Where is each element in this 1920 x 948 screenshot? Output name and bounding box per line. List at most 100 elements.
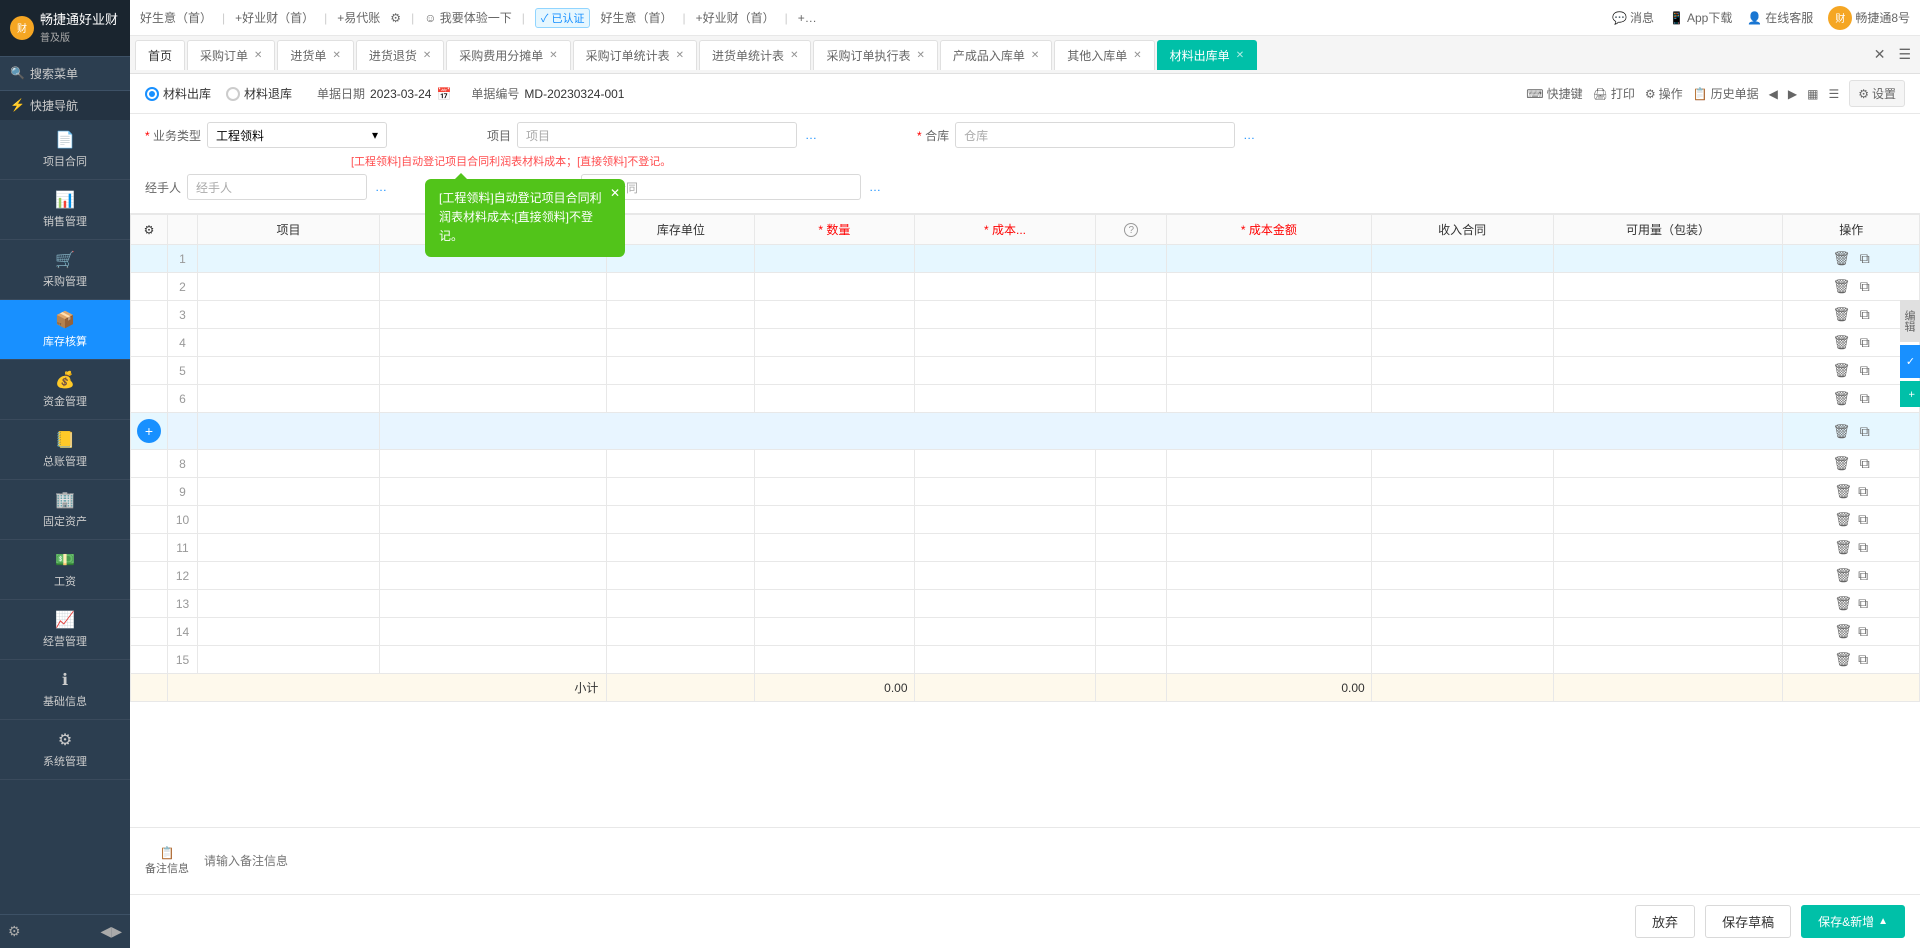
tooltip-close[interactable]: ✕ [610, 184, 620, 203]
row-8-copy-btn[interactable]: ⧉ [1857, 455, 1873, 471]
row-14-delete-btn[interactable]: 🗑 [1831, 623, 1855, 639]
save-draft-button[interactable]: 保存草稿 [1705, 905, 1791, 938]
row-15-contract[interactable] [1371, 646, 1553, 674]
row-11-delete-btn[interactable]: 🗑 [1831, 539, 1855, 555]
row-2-qty[interactable] [755, 273, 914, 301]
row-4-contract[interactable] [1371, 329, 1553, 357]
row-11-project[interactable] [198, 534, 380, 562]
row-4-amount[interactable] [1166, 329, 1371, 357]
tab-product-in[interactable]: 产成品入库单 ✕ [940, 40, 1052, 70]
row-8-contract[interactable] [1371, 450, 1553, 478]
row-2-available[interactable] [1553, 273, 1783, 301]
sidebar-item-ledger[interactable]: 📒 总账管理 [0, 420, 130, 480]
save-new-button[interactable]: 保存&新增 ▲ [1801, 905, 1905, 938]
row-4-copy-btn[interactable]: ⧉ [1857, 334, 1873, 350]
row-9-cost[interactable] [914, 478, 1096, 506]
tab-purchase-order[interactable]: 采购订单 ✕ [187, 40, 275, 70]
tab-purchase-expense-close[interactable]: ✕ [549, 50, 557, 61]
radio-material-return[interactable]: 材料退库 [226, 85, 292, 102]
view-card[interactable]: ▦ [1807, 87, 1818, 101]
row-12-delete-btn[interactable]: 🗑 [1831, 567, 1855, 583]
row-12-copy-btn[interactable]: ⧉ [1855, 567, 1871, 583]
row-15-available[interactable] [1553, 646, 1783, 674]
row-4-qty[interactable] [755, 329, 914, 357]
row-5-copy-btn[interactable]: ⧉ [1857, 362, 1873, 378]
row-15-delete-btn[interactable]: 🗑 [1831, 651, 1855, 667]
sidebar-item-sales[interactable]: 📊 销售管理 [0, 180, 130, 240]
tab-close-all[interactable]: ✕ [1870, 44, 1890, 65]
col-settings-button[interactable]: ⚙ 设置 [1849, 80, 1905, 107]
nav-good-business[interactable]: 好生意（首） [140, 9, 212, 26]
nav-good-business2[interactable]: 好生意（首） [600, 9, 672, 26]
add-row-delete[interactable]: 🗑 [1830, 423, 1854, 439]
row-12-material[interactable] [379, 562, 606, 590]
row-15-cost[interactable] [914, 646, 1096, 674]
row-6-contract[interactable] [1371, 385, 1553, 413]
row-5-material[interactable] [379, 357, 606, 385]
sidebar-item-purchase[interactable]: 🛒 采购管理 [0, 240, 130, 300]
row-3-project[interactable] [198, 301, 380, 329]
row-6-cost[interactable] [914, 385, 1096, 413]
print-button[interactable]: 🖨 打印 [1593, 85, 1635, 102]
row-3-cost[interactable] [914, 301, 1096, 329]
row-10-project[interactable] [198, 506, 380, 534]
sidebar-item-salary[interactable]: 💵 工资 [0, 540, 130, 600]
row-4-cost[interactable] [914, 329, 1096, 357]
tab-purchase-stats[interactable]: 采购订单统计表 ✕ [573, 40, 697, 70]
row-11-cost[interactable] [914, 534, 1096, 562]
row-6-unit[interactable] [607, 385, 755, 413]
handler-dots[interactable]: … [375, 180, 387, 194]
row-9-contract[interactable] [1371, 478, 1553, 506]
sidebar-item-project[interactable]: 📄 项目合同 [0, 120, 130, 180]
row-8-qty[interactable] [755, 450, 914, 478]
sidebar-item-basic[interactable]: ℹ 基础信息 [0, 660, 130, 720]
tab-product-in-close[interactable]: ✕ [1031, 50, 1039, 61]
row-1-project[interactable] [198, 245, 380, 273]
row-3-delete-btn[interactable]: 🗑 [1830, 306, 1854, 322]
row-3-available[interactable] [1553, 301, 1783, 329]
row-9-copy-btn[interactable]: ⧉ [1855, 483, 1871, 499]
add-row-empty1[interactable] [168, 413, 198, 450]
row-3-qty[interactable] [755, 301, 914, 329]
sidebar-item-system[interactable]: ⚙ 系统管理 [0, 720, 130, 780]
row-6-project[interactable] [198, 385, 380, 413]
float-green-btn[interactable]: + [1900, 381, 1920, 407]
row-12-cost[interactable] [914, 562, 1096, 590]
row-2-unit[interactable] [607, 273, 755, 301]
tab-purchase-exec-close[interactable]: ✕ [916, 50, 924, 61]
row-3-contract[interactable] [1371, 301, 1553, 329]
collapse-icon[interactable]: ◀▶ [100, 923, 122, 940]
online-service-button[interactable]: 👤 在线客服 [1747, 9, 1813, 26]
row-11-amount[interactable] [1166, 534, 1371, 562]
row-11-material[interactable] [379, 534, 606, 562]
row-5-available[interactable] [1553, 357, 1783, 385]
row-1-available[interactable] [1553, 245, 1783, 273]
info-icon-header[interactable]: ? [1096, 215, 1167, 245]
quick-nav[interactable]: ⚡ 快捷导航 [0, 91, 130, 120]
tab-home[interactable]: 首页 [135, 40, 185, 70]
row-3-copy-btn[interactable]: ⧉ [1857, 306, 1873, 322]
tab-purchase-exec[interactable]: 采购订单执行表 ✕ [813, 40, 937, 70]
row-5-cost[interactable] [914, 357, 1096, 385]
row-15-project[interactable] [198, 646, 380, 674]
row-12-qty[interactable] [755, 562, 914, 590]
row-13-unit[interactable] [607, 590, 755, 618]
app-download-button[interactable]: 📱 App下载 [1669, 9, 1732, 26]
row-8-available[interactable] [1553, 450, 1783, 478]
project-dots[interactable]: … [805, 128, 817, 142]
row-13-available[interactable] [1553, 590, 1783, 618]
row-13-project[interactable] [198, 590, 380, 618]
row-3-unit[interactable] [607, 301, 755, 329]
row-13-qty[interactable] [755, 590, 914, 618]
tab-receive-return[interactable]: 进货退货 ✕ [356, 40, 444, 70]
sidebar-item-inventory[interactable]: 📦 库存核算 [0, 300, 130, 360]
row-1-amount[interactable] [1166, 245, 1371, 273]
tab-other-in[interactable]: 其他入库单 ✕ [1054, 40, 1154, 70]
row-10-amount[interactable] [1166, 506, 1371, 534]
sidebar-item-assets[interactable]: 🏢 固定资产 [0, 480, 130, 540]
warehouse-input[interactable]: 仓库 [955, 122, 1235, 148]
row-15-copy-btn[interactable]: ⧉ [1855, 651, 1871, 667]
business-type-select[interactable]: 工程领料 ▾ [207, 122, 387, 148]
row-1-qty[interactable] [755, 245, 914, 273]
row-6-delete-btn[interactable]: 🗑 [1830, 390, 1854, 406]
